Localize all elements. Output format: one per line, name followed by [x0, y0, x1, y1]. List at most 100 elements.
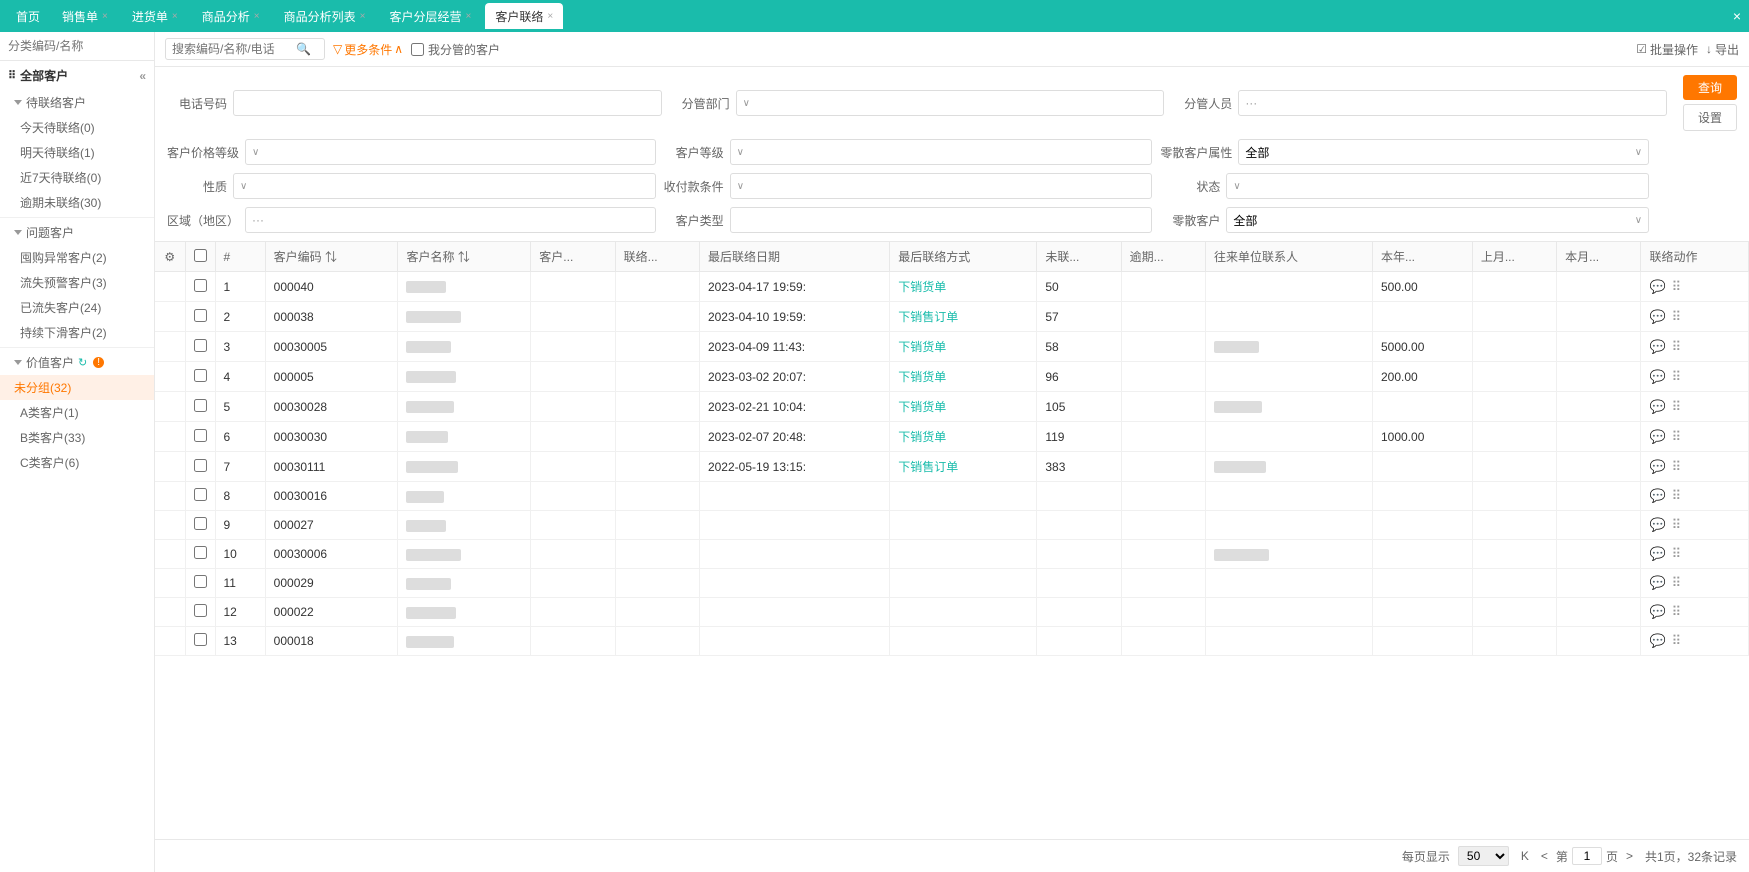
- main-search-input[interactable]: [172, 42, 292, 56]
- contact-icon[interactable]: 💬: [1649, 546, 1665, 562]
- contact-icon[interactable]: 💬: [1649, 309, 1665, 325]
- th-last-month[interactable]: 上月...: [1472, 242, 1556, 272]
- sidebar-item-today[interactable]: 今天待联络(0): [0, 115, 154, 140]
- nature-select[interactable]: ∨: [233, 173, 656, 199]
- sidebar-group-pending-contact[interactable]: 待联络客户: [0, 90, 154, 115]
- person-input[interactable]: ···: [1238, 90, 1667, 116]
- th-code[interactable]: 客户编码 ⇅: [265, 242, 398, 272]
- more-icon[interactable]: ⠿: [1672, 633, 1682, 649]
- last-method-link[interactable]: 下销货单: [898, 400, 946, 414]
- row-checkbox[interactable]: [194, 399, 207, 412]
- more-conditions-btn[interactable]: ▽ 更多条件 ∧: [333, 41, 403, 58]
- reset-button[interactable]: 设置: [1683, 104, 1737, 131]
- sidebar-group-problem-customers[interactable]: 问题客户: [0, 220, 154, 245]
- contact-icon[interactable]: 💬: [1649, 575, 1665, 591]
- th-not-contact[interactable]: 未联...: [1037, 242, 1121, 272]
- more-icon[interactable]: ⠿: [1672, 488, 1682, 504]
- sidebar-item-a-class[interactable]: A类客户(1): [0, 400, 154, 425]
- select-all-checkbox[interactable]: [194, 249, 207, 262]
- row-checkbox[interactable]: [194, 339, 207, 352]
- prev-page-btn[interactable]: <: [1537, 847, 1552, 865]
- contact-icon[interactable]: 💬: [1649, 517, 1665, 533]
- contact-icon[interactable]: 💬: [1649, 488, 1665, 504]
- sidebar-item-churned[interactable]: 已流失客户(24): [0, 295, 154, 320]
- row-checkbox[interactable]: [194, 279, 207, 292]
- batch-operations-btn[interactable]: ☑ 批量操作: [1636, 41, 1698, 58]
- th-name[interactable]: 客户名称 ⇅: [398, 242, 531, 272]
- last-method-link[interactable]: 下销售订单: [898, 460, 958, 474]
- th-contact-person[interactable]: 往来单位联系人: [1206, 242, 1373, 272]
- last-method-link[interactable]: 下销货单: [898, 430, 946, 444]
- status-select[interactable]: ∨: [1226, 173, 1649, 199]
- row-checkbox[interactable]: [194, 459, 207, 472]
- th-overdue[interactable]: 逾期...: [1121, 242, 1205, 272]
- contact-icon[interactable]: 💬: [1649, 279, 1665, 295]
- tab-sales-order[interactable]: 销售单 ×: [52, 3, 118, 29]
- tab-product-analysis-list[interactable]: 商品分析列表 ×: [274, 3, 376, 29]
- th-type[interactable]: 客户...: [531, 242, 615, 272]
- per-page-select[interactable]: 50 100 200: [1458, 846, 1509, 866]
- th-last-method[interactable]: 最后联络方式: [890, 242, 1037, 272]
- sidebar-item-7days[interactable]: 近7天待联络(0): [0, 165, 154, 190]
- more-icon[interactable]: ⠿: [1672, 279, 1682, 295]
- sidebar-item-overdue[interactable]: 逾期未联络(30): [0, 190, 154, 215]
- search-icon[interactable]: 🔍: [296, 42, 311, 56]
- more-icon[interactable]: ⠿: [1672, 459, 1682, 475]
- more-icon[interactable]: ⠿: [1672, 429, 1682, 445]
- tab-close-icon[interactable]: ×: [465, 11, 471, 22]
- tab-close-icon[interactable]: ×: [547, 11, 553, 22]
- row-checkbox[interactable]: [194, 517, 207, 530]
- th-contact[interactable]: 联络...: [615, 242, 699, 272]
- th-this-month[interactable]: 本月...: [1557, 242, 1641, 272]
- all-customers-header[interactable]: ⠿ 全部客户 «: [0, 61, 154, 90]
- last-method-link[interactable]: 下销货单: [898, 370, 946, 384]
- row-checkbox[interactable]: [194, 575, 207, 588]
- row-checkbox[interactable]: [194, 633, 207, 646]
- sidebar-item-declining[interactable]: 持续下滑客户(2): [0, 320, 154, 345]
- row-checkbox[interactable]: [194, 429, 207, 442]
- payment-select[interactable]: ∨: [730, 173, 1153, 199]
- dots-icon[interactable]: ···: [252, 213, 264, 227]
- contact-icon[interactable]: 💬: [1649, 429, 1665, 445]
- row-checkbox[interactable]: [194, 369, 207, 382]
- tab-customer-segment[interactable]: 客户分层经营 ×: [379, 3, 481, 29]
- first-page-btn[interactable]: K: [1517, 847, 1533, 865]
- more-icon[interactable]: ⠿: [1672, 575, 1682, 591]
- contact-icon[interactable]: 💬: [1649, 633, 1665, 649]
- dots-icon[interactable]: ···: [1245, 96, 1257, 110]
- sidebar-item-unclassified[interactable]: 未分组(32): [0, 375, 154, 400]
- tab-close-icon[interactable]: ×: [254, 11, 260, 22]
- th-last-date[interactable]: 最后联络日期: [699, 242, 889, 272]
- contact-icon[interactable]: 💬: [1649, 604, 1665, 620]
- row-checkbox[interactable]: [194, 546, 207, 559]
- next-page-btn[interactable]: >: [1622, 847, 1637, 865]
- phone-input[interactable]: [233, 90, 662, 116]
- last-method-link[interactable]: 下销货单: [898, 280, 946, 294]
- more-icon[interactable]: ⠿: [1672, 604, 1682, 620]
- more-icon[interactable]: ⠿: [1672, 399, 1682, 415]
- row-checkbox[interactable]: [194, 604, 207, 617]
- my-customers-checkbox[interactable]: [411, 43, 424, 56]
- row-checkbox[interactable]: [194, 309, 207, 322]
- query-button[interactable]: 查询: [1683, 75, 1737, 100]
- last-method-link[interactable]: 下销货单: [898, 340, 946, 354]
- sidebar-item-b-class[interactable]: B类客户(33): [0, 425, 154, 450]
- last-method-link[interactable]: 下销售订单: [898, 310, 958, 324]
- region-input[interactable]: ···: [245, 207, 656, 233]
- tab-close-icon[interactable]: ×: [360, 11, 366, 22]
- tab-purchase-order[interactable]: 进货单 ×: [122, 3, 188, 29]
- tab-close-icon[interactable]: ×: [102, 11, 108, 22]
- dept-select[interactable]: ∨: [736, 90, 1165, 116]
- retail-customer-select[interactable]: 全部 ∨: [1226, 207, 1649, 233]
- sidebar-item-tomorrow[interactable]: 明天待联络(1): [0, 140, 154, 165]
- contact-icon[interactable]: 💬: [1649, 339, 1665, 355]
- page-input[interactable]: [1572, 847, 1602, 865]
- price-level-select[interactable]: ∨: [245, 139, 656, 165]
- tab-close-icon[interactable]: ×: [172, 11, 178, 22]
- sidebar-search-input[interactable]: [8, 39, 155, 53]
- more-icon[interactable]: ⠿: [1672, 369, 1682, 385]
- home-tab[interactable]: 首页: [8, 8, 48, 25]
- more-icon[interactable]: ⠿: [1672, 309, 1682, 325]
- contact-icon[interactable]: 💬: [1649, 369, 1665, 385]
- th-check[interactable]: [185, 242, 215, 272]
